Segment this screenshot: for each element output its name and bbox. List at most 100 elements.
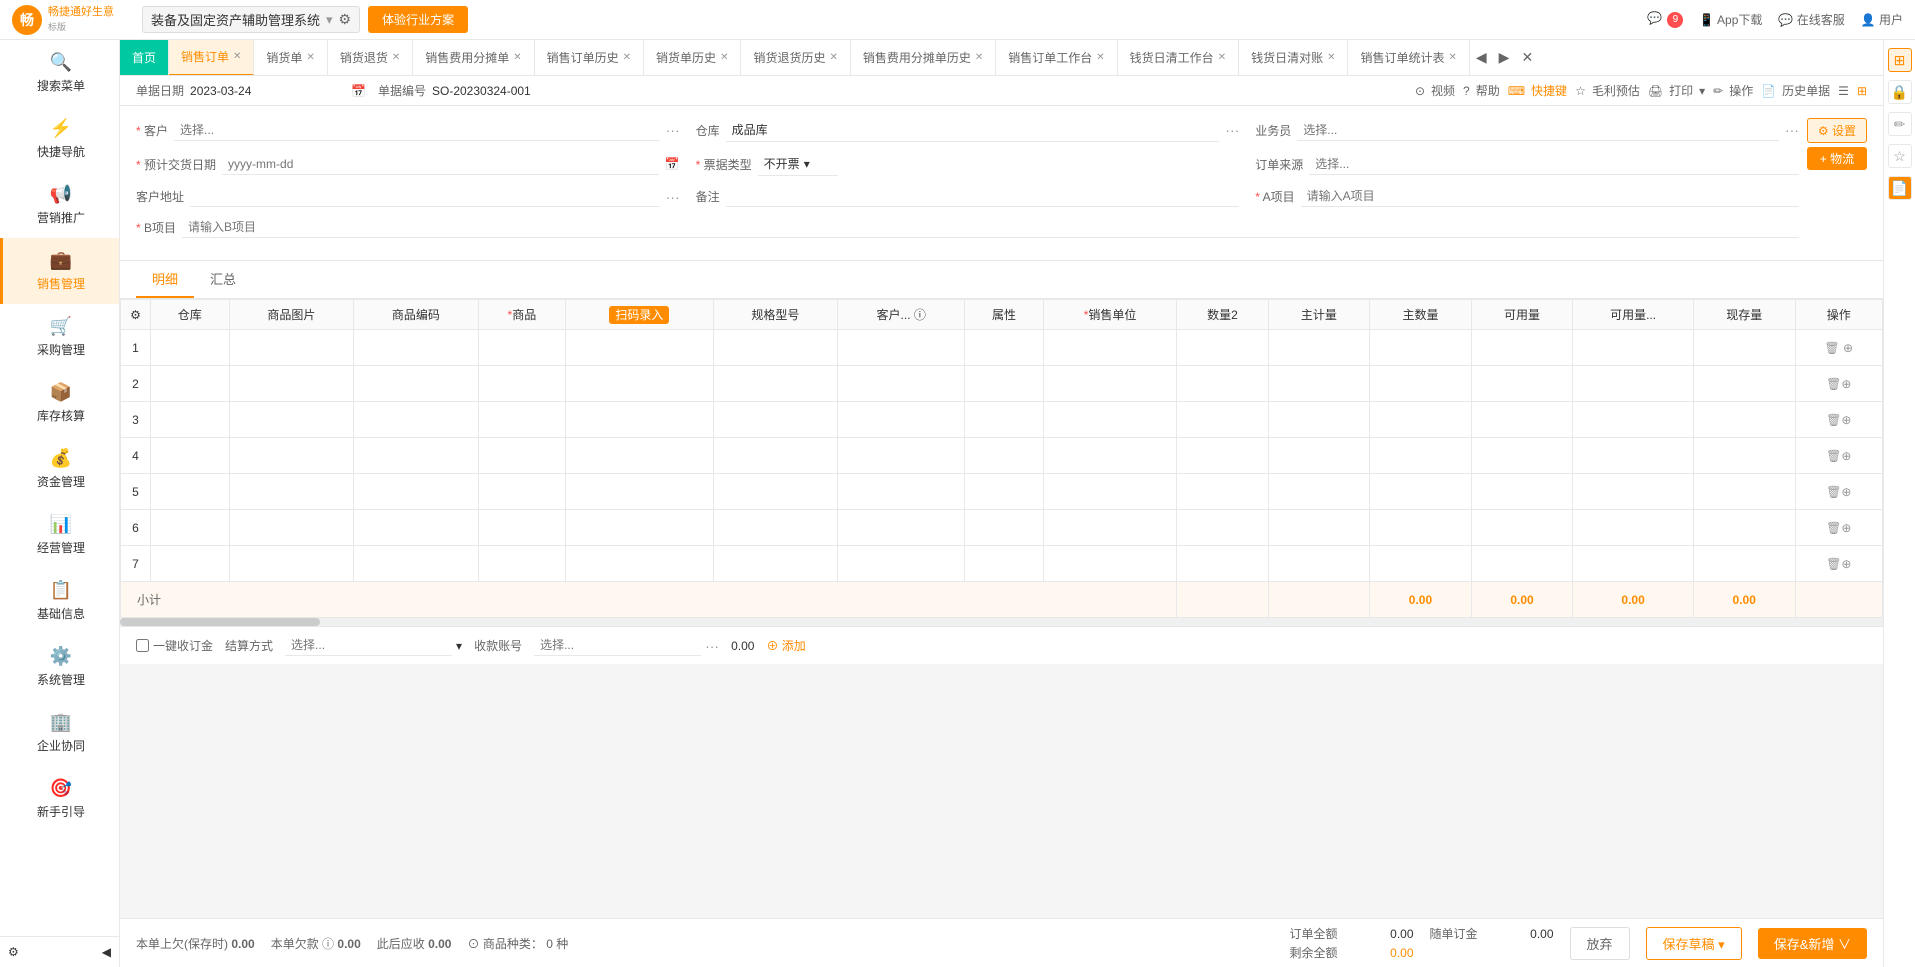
sidebar-item-inventory[interactable]: 📦 库存核算	[0, 370, 119, 436]
tab-close-sales-order[interactable]: ✕	[233, 51, 241, 62]
row-1-spec[interactable]	[713, 330, 838, 366]
row-2-warehouse[interactable]	[151, 366, 230, 402]
row-4-spec[interactable]	[713, 438, 838, 474]
row-5-sku-code[interactable]	[354, 474, 479, 510]
row-4-delete-icon[interactable]: 🗑	[1826, 449, 1841, 463]
row-1-available[interactable]	[1471, 330, 1573, 366]
tab-next-btn[interactable]: ▶	[1493, 49, 1516, 66]
row-2-sales-unit[interactable]	[1043, 366, 1176, 402]
settings-button[interactable]: ⚙ 设置	[1807, 118, 1867, 143]
row-7-available2[interactable]	[1573, 546, 1694, 582]
sidebar-settings-icon[interactable]: ⚙	[8, 945, 19, 959]
row-7-attribute[interactable]	[965, 546, 1044, 582]
row-3-product[interactable]	[478, 402, 566, 438]
row-1-delete-icon[interactable]: 🗑	[1824, 341, 1839, 355]
row-7-customer-code[interactable]	[838, 546, 965, 582]
row-4-main-qty[interactable]	[1370, 438, 1472, 474]
row-5-delete-icon[interactable]: 🗑	[1826, 485, 1841, 499]
tab-close-sales-fee[interactable]: ✕	[513, 52, 521, 63]
tab-return-history[interactable]: 销货单历史 ✕	[644, 40, 741, 76]
right-panel-doc-icon[interactable]: 📄	[1888, 176, 1912, 200]
view-btn[interactable]: ⊙ 视频	[1415, 82, 1455, 99]
tab-close-sales-history[interactable]: ✕	[623, 52, 631, 63]
row-5-qty2[interactable]	[1177, 474, 1268, 510]
row-6-spec[interactable]	[713, 510, 838, 546]
row-3-scan[interactable]	[566, 402, 714, 438]
row-4-current-stock[interactable]	[1693, 438, 1795, 474]
sidebar-item-search-menu[interactable]: 🔍 搜索菜单	[0, 40, 119, 106]
tab-sales-fee[interactable]: 销售费用分摊单 ✕	[413, 40, 534, 76]
app-download[interactable]: 📱 App下载	[1699, 11, 1762, 28]
row-2-main-unit[interactable]	[1268, 366, 1370, 402]
tab-sales-order[interactable]: 销售订单 ✕	[169, 40, 254, 76]
sidebar-item-marketing[interactable]: 📢 营销推广	[0, 172, 119, 238]
save-new-button[interactable]: 保存&新增 ∨	[1758, 928, 1867, 959]
row-6-attribute[interactable]	[965, 510, 1044, 546]
row-5-spec[interactable]	[713, 474, 838, 510]
row-4-image[interactable]	[229, 438, 354, 474]
row-6-delete-icon[interactable]: 🗑	[1826, 521, 1841, 535]
row-1-main-qty[interactable]	[1370, 330, 1472, 366]
row-5-main-qty[interactable]	[1370, 474, 1472, 510]
system-title[interactable]: 装备及固定资产辅助管理系统 ▾ ⚙	[142, 6, 360, 33]
settle-dropdown-icon[interactable]: ▾	[456, 639, 462, 653]
detail-tab-detail[interactable]: 明细	[136, 261, 194, 298]
tab-close-cash-reconcile[interactable]: ✕	[1327, 52, 1335, 63]
tab-close-cash-daily[interactable]: ✕	[1218, 52, 1226, 63]
right-panel-star-icon[interactable]: ☆	[1888, 144, 1912, 168]
sidebar-item-beginner[interactable]: 🎯 新手引导	[0, 766, 119, 832]
row-7-sales-unit[interactable]	[1043, 546, 1176, 582]
row-2-copy-icon[interactable]: ⊕	[1841, 377, 1851, 391]
sidebar-item-purchase[interactable]: 🛒 采购管理	[0, 304, 119, 370]
row-4-available[interactable]	[1471, 438, 1573, 474]
row-5-product[interactable]	[478, 474, 566, 510]
tab-sales-return[interactable]: 销货单 ✕	[254, 40, 327, 76]
row-5-available2[interactable]	[1573, 474, 1694, 510]
save-draft-button[interactable]: 保存草稿 ▾	[1646, 927, 1742, 960]
date-input[interactable]	[190, 84, 345, 98]
sidebar-item-finance[interactable]: 💰 资金管理	[0, 436, 119, 502]
a-project-input[interactable]	[1301, 186, 1799, 207]
row-3-delete-icon[interactable]: 🗑	[1826, 413, 1841, 427]
tab-sales-stats[interactable]: 销售订单统计表 ✕	[1348, 40, 1469, 76]
row-6-customer-code[interactable]	[838, 510, 965, 546]
customer-more-btn[interactable]: ···	[666, 122, 680, 138]
table-scrollbar-thumb[interactable]	[120, 618, 320, 626]
row-2-current-stock[interactable]	[1693, 366, 1795, 402]
row-4-sku-code[interactable]	[354, 438, 479, 474]
tab-prev-btn[interactable]: ◀	[1470, 49, 1493, 66]
delivery-date-input[interactable]	[222, 154, 659, 175]
warehouse-more-btn[interactable]: ···	[1225, 122, 1239, 138]
row-1-scan[interactable]	[566, 330, 714, 366]
row-1-image[interactable]	[229, 330, 354, 366]
row-1-customer-code[interactable]	[838, 330, 965, 366]
tab-sales-return2[interactable]: 销货退货 ✕	[328, 40, 413, 76]
detail-tab-summary[interactable]: 汇总	[194, 261, 252, 298]
add-item-button[interactable]: + 物流	[1807, 147, 1867, 170]
help-btn[interactable]: ? 帮助	[1463, 82, 1500, 99]
row-3-sku-code[interactable]	[354, 402, 479, 438]
row-7-main-unit[interactable]	[1268, 546, 1370, 582]
row-7-main-qty[interactable]	[1370, 546, 1472, 582]
row-5-copy-icon[interactable]: ⊕	[1841, 485, 1851, 499]
row-2-sku-code[interactable]	[354, 366, 479, 402]
row-6-main-qty[interactable]	[1370, 510, 1472, 546]
tab-cash-daily[interactable]: 钱货日清工作台 ✕	[1118, 40, 1239, 76]
layout-list-btn[interactable]: ☰	[1838, 84, 1849, 98]
row-7-qty2[interactable]	[1177, 546, 1268, 582]
row-3-main-qty[interactable]	[1370, 402, 1472, 438]
salesperson-more-btn[interactable]: ···	[1785, 122, 1799, 138]
settle-method-input[interactable]	[285, 635, 452, 656]
row-5-attribute[interactable]	[965, 474, 1044, 510]
sidebar-item-enterprise[interactable]: 🏢 企业协同	[0, 700, 119, 766]
row-6-qty2[interactable]	[1177, 510, 1268, 546]
row-4-warehouse[interactable]	[151, 438, 230, 474]
tab-return2-history[interactable]: 销货退货历史 ✕	[741, 40, 850, 76]
sidebar-collapse-icon[interactable]: ◀	[102, 945, 111, 959]
discard-button[interactable]: 放弃	[1570, 927, 1630, 960]
row-7-current-stock[interactable]	[1693, 546, 1795, 582]
row-4-attribute[interactable]	[965, 438, 1044, 474]
row-4-copy-icon[interactable]: ⊕	[1841, 449, 1851, 463]
row-2-qty2[interactable]	[1177, 366, 1268, 402]
row-2-available2[interactable]	[1573, 366, 1694, 402]
